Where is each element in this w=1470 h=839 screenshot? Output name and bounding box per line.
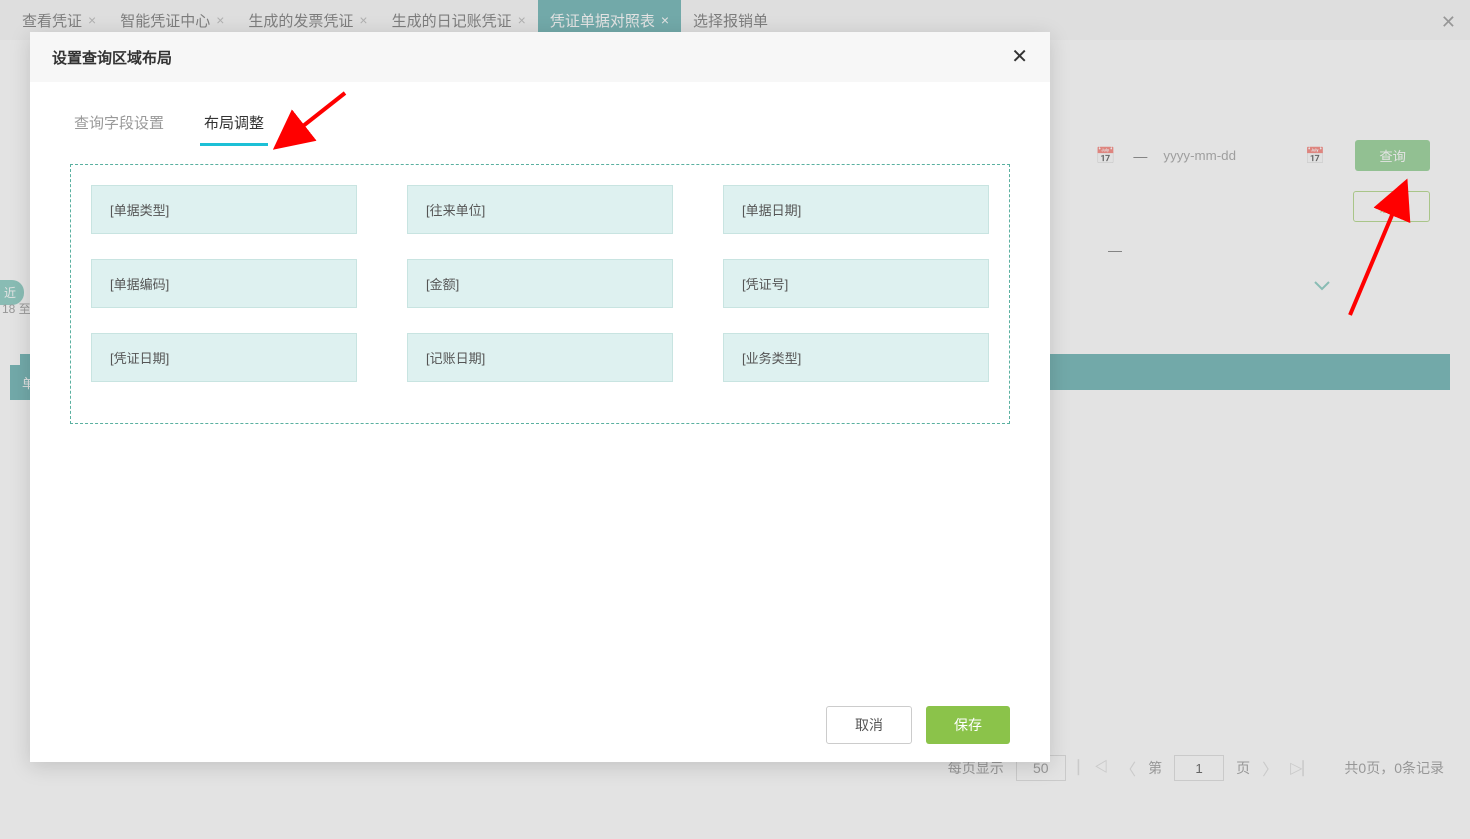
layout-item-business-type[interactable]: [业务类型] (723, 333, 989, 382)
modal-header: 设置查询区域布局 ✕ (30, 32, 1050, 82)
layout-item-doc-code[interactable]: [单据编码] (91, 259, 357, 308)
layout-item-doc-date[interactable]: [单据日期] (723, 185, 989, 234)
save-button[interactable]: 保存 (926, 706, 1010, 744)
tab-layout-adjust[interactable]: 布局调整 (200, 102, 268, 146)
layout-item-voucher-date[interactable]: [凭证日期] (91, 333, 357, 382)
tab-field-settings[interactable]: 查询字段设置 (70, 102, 168, 146)
layout-container: [单据类型] [往来单位] [单据日期] [单据编码] [金额] [凭证号] [… (70, 164, 1010, 424)
layout-grid: [单据类型] [往来单位] [单据日期] [单据编码] [金额] [凭证号] [… (91, 185, 989, 382)
cancel-button[interactable]: 取消 (826, 706, 912, 744)
layout-item-posting-date[interactable]: [记账日期] (407, 333, 673, 382)
modal-title: 设置查询区域布局 (52, 47, 172, 68)
layout-item-amount[interactable]: [金额] (407, 259, 673, 308)
layout-item-doc-type[interactable]: [单据类型] (91, 185, 357, 234)
layout-item-voucher-no[interactable]: [凭证号] (723, 259, 989, 308)
modal-body: 查询字段设置 布局调整 [单据类型] [往来单位] [单据日期] [单据编码] … (30, 82, 1050, 688)
layout-item-partner[interactable]: [往来单位] (407, 185, 673, 234)
layout-settings-modal: 设置查询区域布局 ✕ 查询字段设置 布局调整 [单据类型] [往来单位] [单据… (30, 32, 1050, 762)
modal-tabs: 查询字段设置 布局调整 (70, 102, 1010, 146)
modal-footer: 取消 保存 (30, 688, 1050, 762)
modal-close-button[interactable]: ✕ (1011, 47, 1028, 67)
